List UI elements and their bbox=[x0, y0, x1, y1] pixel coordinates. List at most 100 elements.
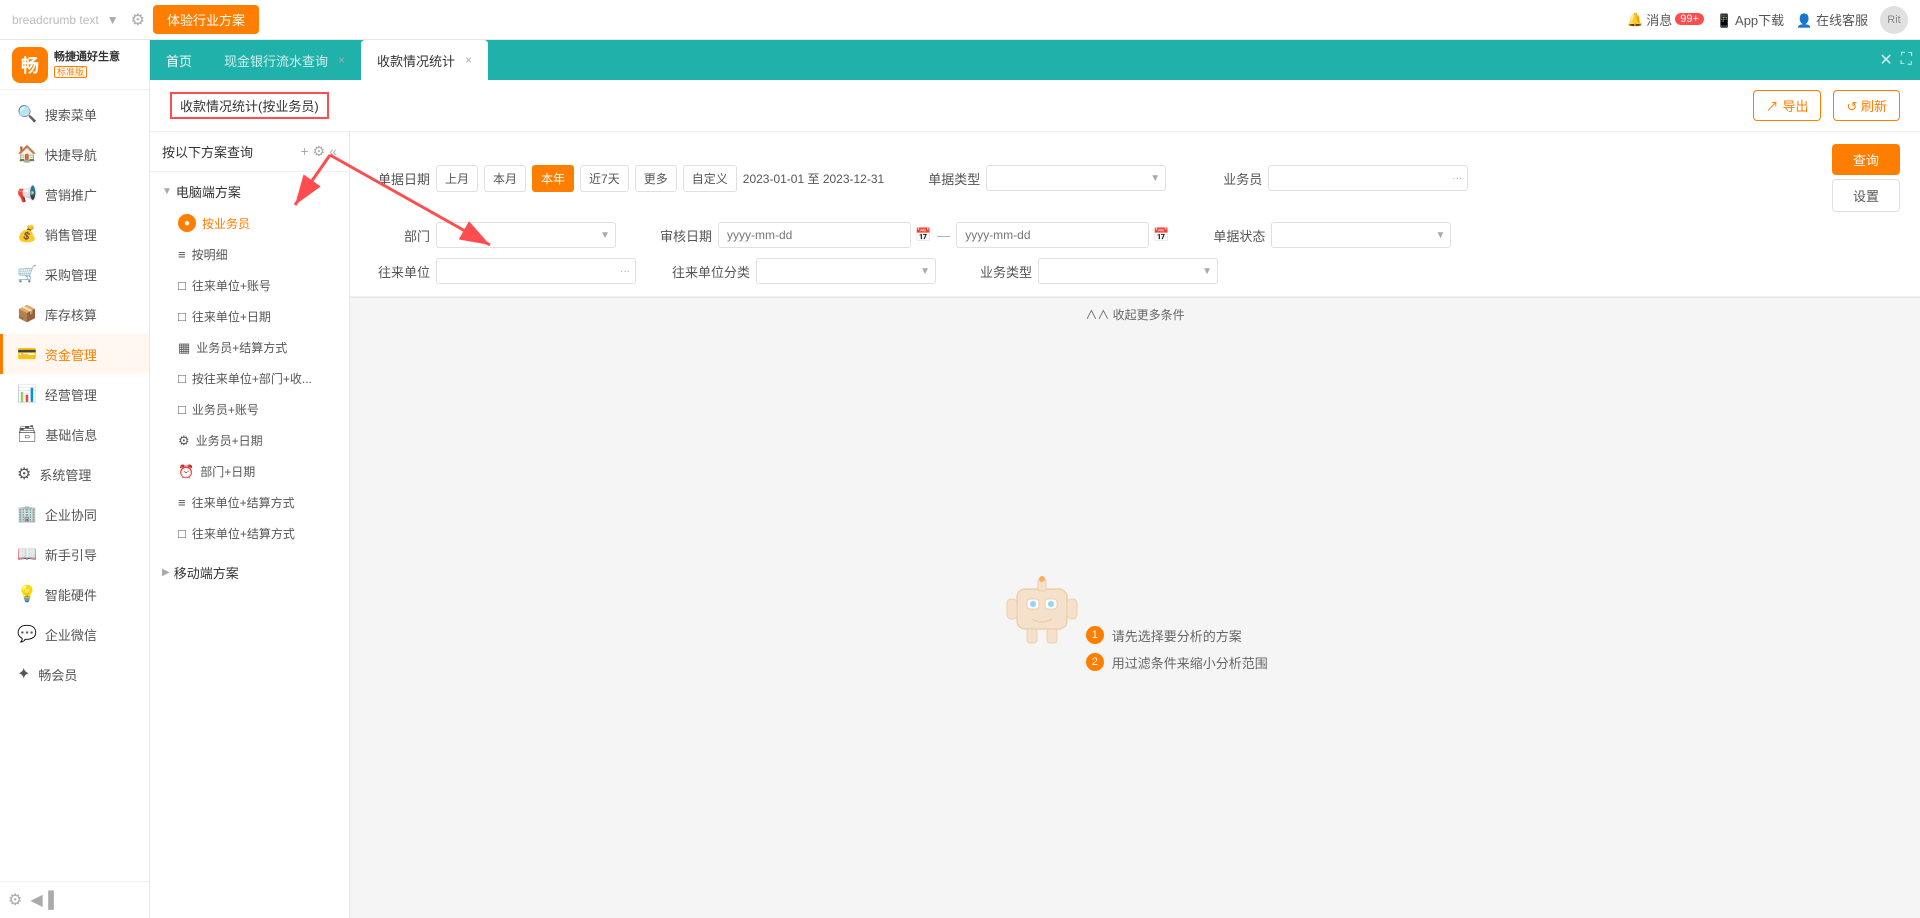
settings-icon[interactable]: ⚙ bbox=[131, 10, 145, 30]
tab-bar: 首页 现金银行流水查询 × 收款情况统计 × ✕ ⛶ bbox=[150, 40, 1920, 80]
scheme-item-staff-settle[interactable]: ▦ 业务员+结算方式 bbox=[150, 332, 349, 363]
scheme-item-by-detail[interactable]: ≡ 按明细 bbox=[150, 239, 349, 270]
scheme-item-label: 按业务员 bbox=[202, 215, 250, 232]
filter-group-voucher-status: 单据状态 ▼ bbox=[1205, 222, 1451, 248]
staff-label: 业务员 bbox=[1202, 169, 1262, 188]
collection-tab-close[interactable]: × bbox=[465, 53, 472, 67]
counterpart-label: 往来单位 bbox=[370, 262, 430, 281]
sidebar-item-guide[interactable]: 📖 新手引导 bbox=[0, 534, 149, 574]
sidebar-item-vip[interactable]: ✦ 畅会员 bbox=[0, 654, 149, 694]
tab-home[interactable]: 首页 bbox=[150, 40, 208, 80]
date-btn-this-month[interactable]: 本月 bbox=[484, 165, 526, 192]
tab-collection[interactable]: 收款情况统计 × bbox=[361, 40, 488, 80]
voucher-status-label: 单据状态 bbox=[1205, 226, 1265, 245]
bank-tab-label: 现金银行流水查询 bbox=[224, 51, 328, 70]
chevron-down-icon[interactable]: ▼ bbox=[107, 13, 119, 27]
date-btn-more[interactable]: 更多 bbox=[635, 165, 677, 192]
date-btn-7days[interactable]: 近7天 bbox=[580, 165, 629, 192]
sidebar-item-system[interactable]: ⚙ 系统管理 bbox=[0, 454, 149, 494]
app-download[interactable]: 📱 App下载 bbox=[1716, 10, 1784, 29]
tab-maximize-button[interactable]: ⛶ bbox=[1901, 51, 1912, 69]
date-btn-custom[interactable]: 自定义 bbox=[683, 165, 737, 192]
tab-bank[interactable]: 现金银行流水查询 × bbox=[208, 40, 361, 80]
date-btn-this-year[interactable]: 本年 bbox=[532, 165, 574, 192]
scheme-settings-button[interactable]: ⚙ bbox=[313, 143, 326, 160]
sidebar-item-sales[interactable]: 💰 销售管理 bbox=[0, 214, 149, 254]
scheme-group-label: 电脑端方案 bbox=[176, 182, 241, 201]
online-service[interactable]: 👤 在线客服 bbox=[1796, 10, 1868, 29]
scheme-item-by-staff[interactable]: ● 按业务员 bbox=[150, 207, 349, 239]
sidebar-item-wechat[interactable]: 💬 企业微信 bbox=[0, 614, 149, 654]
calendar-icon-2[interactable]: 📅 bbox=[1153, 227, 1169, 243]
scheme-item-unit-account[interactable]: □ 往来单位+账号 bbox=[150, 270, 349, 301]
sidebar-item-quick[interactable]: 🏠 快捷导航 bbox=[0, 134, 149, 174]
scheme-item-label: 按往来单位+部门+收... bbox=[192, 370, 312, 387]
scheme-item-unit-dept[interactable]: □ 按往来单位+部门+收... bbox=[150, 363, 349, 394]
sidebar-item-label-inventory: 库存核算 bbox=[45, 305, 97, 324]
main-layout: 畅 畅捷通好生意 标准版 🔍 搜索菜单 🏠 快捷导航 📢 营销推广 💰 bbox=[0, 40, 1920, 918]
footer-settings-button[interactable]: ⚙ bbox=[8, 890, 22, 910]
scheme-collapse-button[interactable]: « bbox=[329, 143, 337, 160]
sidebar-item-operation[interactable]: 📊 经营管理 bbox=[0, 374, 149, 414]
voucher-status-select[interactable] bbox=[1271, 222, 1451, 248]
marketing-icon: 📢 bbox=[17, 184, 37, 204]
avatar[interactable]: Rit bbox=[1880, 6, 1908, 34]
export-button[interactable]: ↗ 导出 bbox=[1753, 90, 1822, 121]
sidebar-item-hardware[interactable]: 💡 智能硬件 bbox=[0, 574, 149, 614]
voucher-type-select[interactable] bbox=[986, 165, 1166, 191]
solution-button[interactable]: 体验行业方案 bbox=[153, 5, 259, 34]
date-btn-last-month[interactable]: 上月 bbox=[436, 165, 478, 192]
scheme-item-label: 往来单位+账号 bbox=[192, 277, 271, 294]
counterpart-input[interactable] bbox=[436, 258, 636, 284]
filter-row-1: 单据日期 上月 本月 本年 近7天 更多 自定义 2023-01-01 至 20… bbox=[370, 144, 1900, 212]
scheme-item-label: 按明细 bbox=[192, 246, 228, 263]
sidebar-item-label-vip: 畅会员 bbox=[38, 665, 77, 684]
scheme-item-staff-date[interactable]: ⚙ 业务员+日期 bbox=[150, 425, 349, 456]
review-date-from-input[interactable] bbox=[718, 222, 911, 248]
scheme-item-unit-settle2[interactable]: □ 往来单位+结算方式 bbox=[150, 518, 349, 549]
scheme-group-pc-title[interactable]: ▼ 电脑端方案 bbox=[150, 176, 349, 207]
scheme-group-mobile-title[interactable]: ▶ 移动端方案 bbox=[150, 557, 349, 588]
sidebar-item-search[interactable]: 🔍 搜索菜单 bbox=[0, 94, 149, 134]
breadcrumb: breadcrumb text bbox=[12, 13, 99, 27]
review-date-label: 审核日期 bbox=[652, 226, 712, 245]
sidebar-nav: 🔍 搜索菜单 🏠 快捷导航 📢 营销推广 💰 销售管理 🛒 采购管理 📦 bbox=[0, 90, 149, 881]
scheme-item-icon: ≡ bbox=[178, 495, 186, 510]
scheme-item-dept-date[interactable]: ⏰ 部门+日期 bbox=[150, 456, 349, 487]
biz-type-select-wrap: ▼ bbox=[1038, 258, 1218, 284]
scheme-add-button[interactable]: + bbox=[300, 143, 308, 160]
sidebar-item-label-enterprise: 企业协同 bbox=[45, 505, 97, 524]
scheme-item-unit-settle1[interactable]: ≡ 往来单位+结算方式 bbox=[150, 487, 349, 518]
scheme-item-staff-account[interactable]: □ 业务员+账号 bbox=[150, 394, 349, 425]
logo-icon: 畅 bbox=[12, 47, 48, 83]
calendar-icon[interactable]: 📅 bbox=[915, 227, 931, 243]
bank-tab-close[interactable]: × bbox=[338, 53, 345, 67]
scheme-item-label: 部门+日期 bbox=[200, 463, 255, 480]
refresh-button[interactable]: ↺ 刷新 bbox=[1833, 90, 1900, 121]
sidebar-item-label-wechat: 企业微信 bbox=[45, 625, 97, 644]
query-button[interactable]: 查询 bbox=[1832, 144, 1900, 175]
scheme-item-unit-date[interactable]: □ 往来单位+日期 bbox=[150, 301, 349, 332]
counterpart-input-wrap: ··· bbox=[436, 258, 636, 284]
biz-type-select[interactable] bbox=[1038, 258, 1218, 284]
scheme-header-actions: + ⚙ « bbox=[300, 143, 337, 160]
sidebar: 畅 畅捷通好生意 标准版 🔍 搜索菜单 🏠 快捷导航 📢 营销推广 💰 bbox=[0, 40, 150, 918]
footer-collapse-button[interactable]: ◀▐ bbox=[30, 890, 54, 910]
system-icon: ⚙ bbox=[17, 464, 31, 484]
sidebar-item-enterprise[interactable]: 🏢 企业协同 bbox=[0, 494, 149, 534]
sidebar-item-capital[interactable]: 💳 资金管理 bbox=[0, 334, 149, 374]
sidebar-item-basic[interactable]: 🗃 基础信息 bbox=[0, 414, 149, 454]
tab-close-all-button[interactable]: ✕ bbox=[1879, 50, 1892, 70]
dept-select[interactable] bbox=[436, 222, 616, 248]
staff-input[interactable] bbox=[1268, 165, 1468, 191]
sidebar-item-marketing[interactable]: 📢 营销推广 bbox=[0, 174, 149, 214]
filter-settings-button[interactable]: 设置 bbox=[1832, 179, 1900, 212]
sidebar-item-inventory[interactable]: 📦 库存核算 bbox=[0, 294, 149, 334]
notification-area[interactable]: 🔔 消息 99+ bbox=[1627, 10, 1704, 29]
sidebar-item-purchase[interactable]: 🛒 采购管理 bbox=[0, 254, 149, 294]
counterpart-cat-select[interactable] bbox=[756, 258, 936, 284]
collapse-bar[interactable]: ∧∧ 收起更多条件 bbox=[350, 297, 1920, 331]
sidebar-item-label-hardware: 智能硬件 bbox=[45, 585, 97, 604]
filter-group-staff: 业务员 ··· bbox=[1202, 165, 1468, 191]
review-date-to-input[interactable] bbox=[956, 222, 1149, 248]
